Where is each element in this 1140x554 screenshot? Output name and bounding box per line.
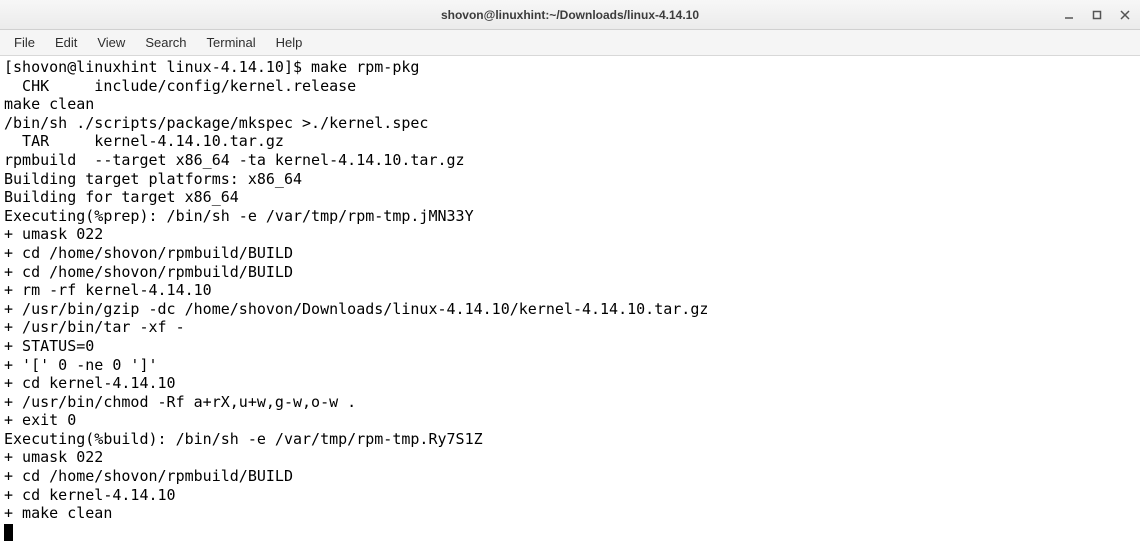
maximize-button[interactable] (1090, 8, 1104, 22)
terminal-line: + /usr/bin/tar -xf - (4, 318, 185, 336)
terminal-line: + umask 022 (4, 225, 103, 243)
minimize-button[interactable] (1062, 8, 1076, 22)
terminal-line: Executing(%prep): /bin/sh -e /var/tmp/rp… (4, 207, 474, 225)
terminal-line: + /usr/bin/chmod -Rf a+rX,u+w,g-w,o-w . (4, 393, 356, 411)
window-title: shovon@linuxhint:~/Downloads/linux-4.14.… (441, 8, 699, 22)
menu-search[interactable]: Search (135, 32, 196, 53)
terminal-line: + cd /home/shovon/rpmbuild/BUILD (4, 263, 293, 281)
terminal-line: + cd /home/shovon/rpmbuild/BUILD (4, 467, 293, 485)
terminal-line: rpmbuild --target x86_64 -ta kernel-4.14… (4, 151, 465, 169)
terminal-line: make clean (4, 95, 94, 113)
terminal-line: TAR kernel-4.14.10.tar.gz (4, 132, 284, 150)
menubar: File Edit View Search Terminal Help (0, 30, 1140, 56)
menu-edit[interactable]: Edit (45, 32, 87, 53)
terminal-line: + rm -rf kernel-4.14.10 (4, 281, 212, 299)
menu-file[interactable]: File (4, 32, 45, 53)
terminal-line: + cd kernel-4.14.10 (4, 486, 176, 504)
terminal-line: CHK include/config/kernel.release (4, 77, 356, 95)
terminal-line: + make clean (4, 504, 112, 522)
window-controls (1062, 8, 1132, 22)
menu-terminal[interactable]: Terminal (197, 32, 266, 53)
terminal-line: + /usr/bin/gzip -dc /home/shovon/Downloa… (4, 300, 708, 318)
terminal-line: /bin/sh ./scripts/package/mkspec >./kern… (4, 114, 428, 132)
terminal-cursor (4, 524, 13, 541)
close-button[interactable] (1118, 8, 1132, 22)
terminal-line: [shovon@linuxhint linux-4.14.10]$ make r… (4, 58, 419, 76)
terminal-line: Executing(%build): /bin/sh -e /var/tmp/r… (4, 430, 483, 448)
menu-help[interactable]: Help (266, 32, 313, 53)
titlebar: shovon@linuxhint:~/Downloads/linux-4.14.… (0, 0, 1140, 30)
terminal-line: + STATUS=0 (4, 337, 94, 355)
terminal-line: Building target platforms: x86_64 (4, 170, 302, 188)
terminal-line: + exit 0 (4, 411, 76, 429)
terminal-output[interactable]: [shovon@linuxhint linux-4.14.10]$ make r… (0, 56, 1140, 543)
menu-view[interactable]: View (87, 32, 135, 53)
terminal-line: + cd kernel-4.14.10 (4, 374, 176, 392)
terminal-line: Building for target x86_64 (4, 188, 239, 206)
terminal-line: + umask 022 (4, 448, 103, 466)
terminal-line: + cd /home/shovon/rpmbuild/BUILD (4, 244, 293, 262)
terminal-line: + '[' 0 -ne 0 ']' (4, 356, 158, 374)
